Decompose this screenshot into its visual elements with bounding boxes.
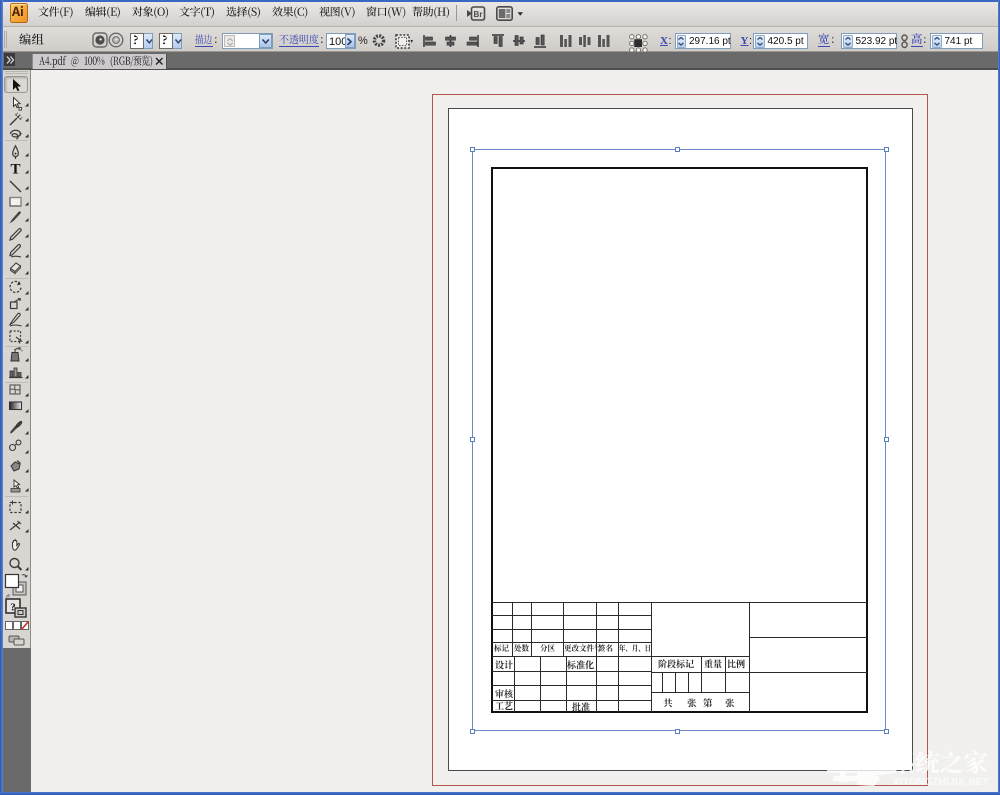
svg-text:T: T [10,162,20,178]
svg-text:Br: Br [474,10,483,19]
